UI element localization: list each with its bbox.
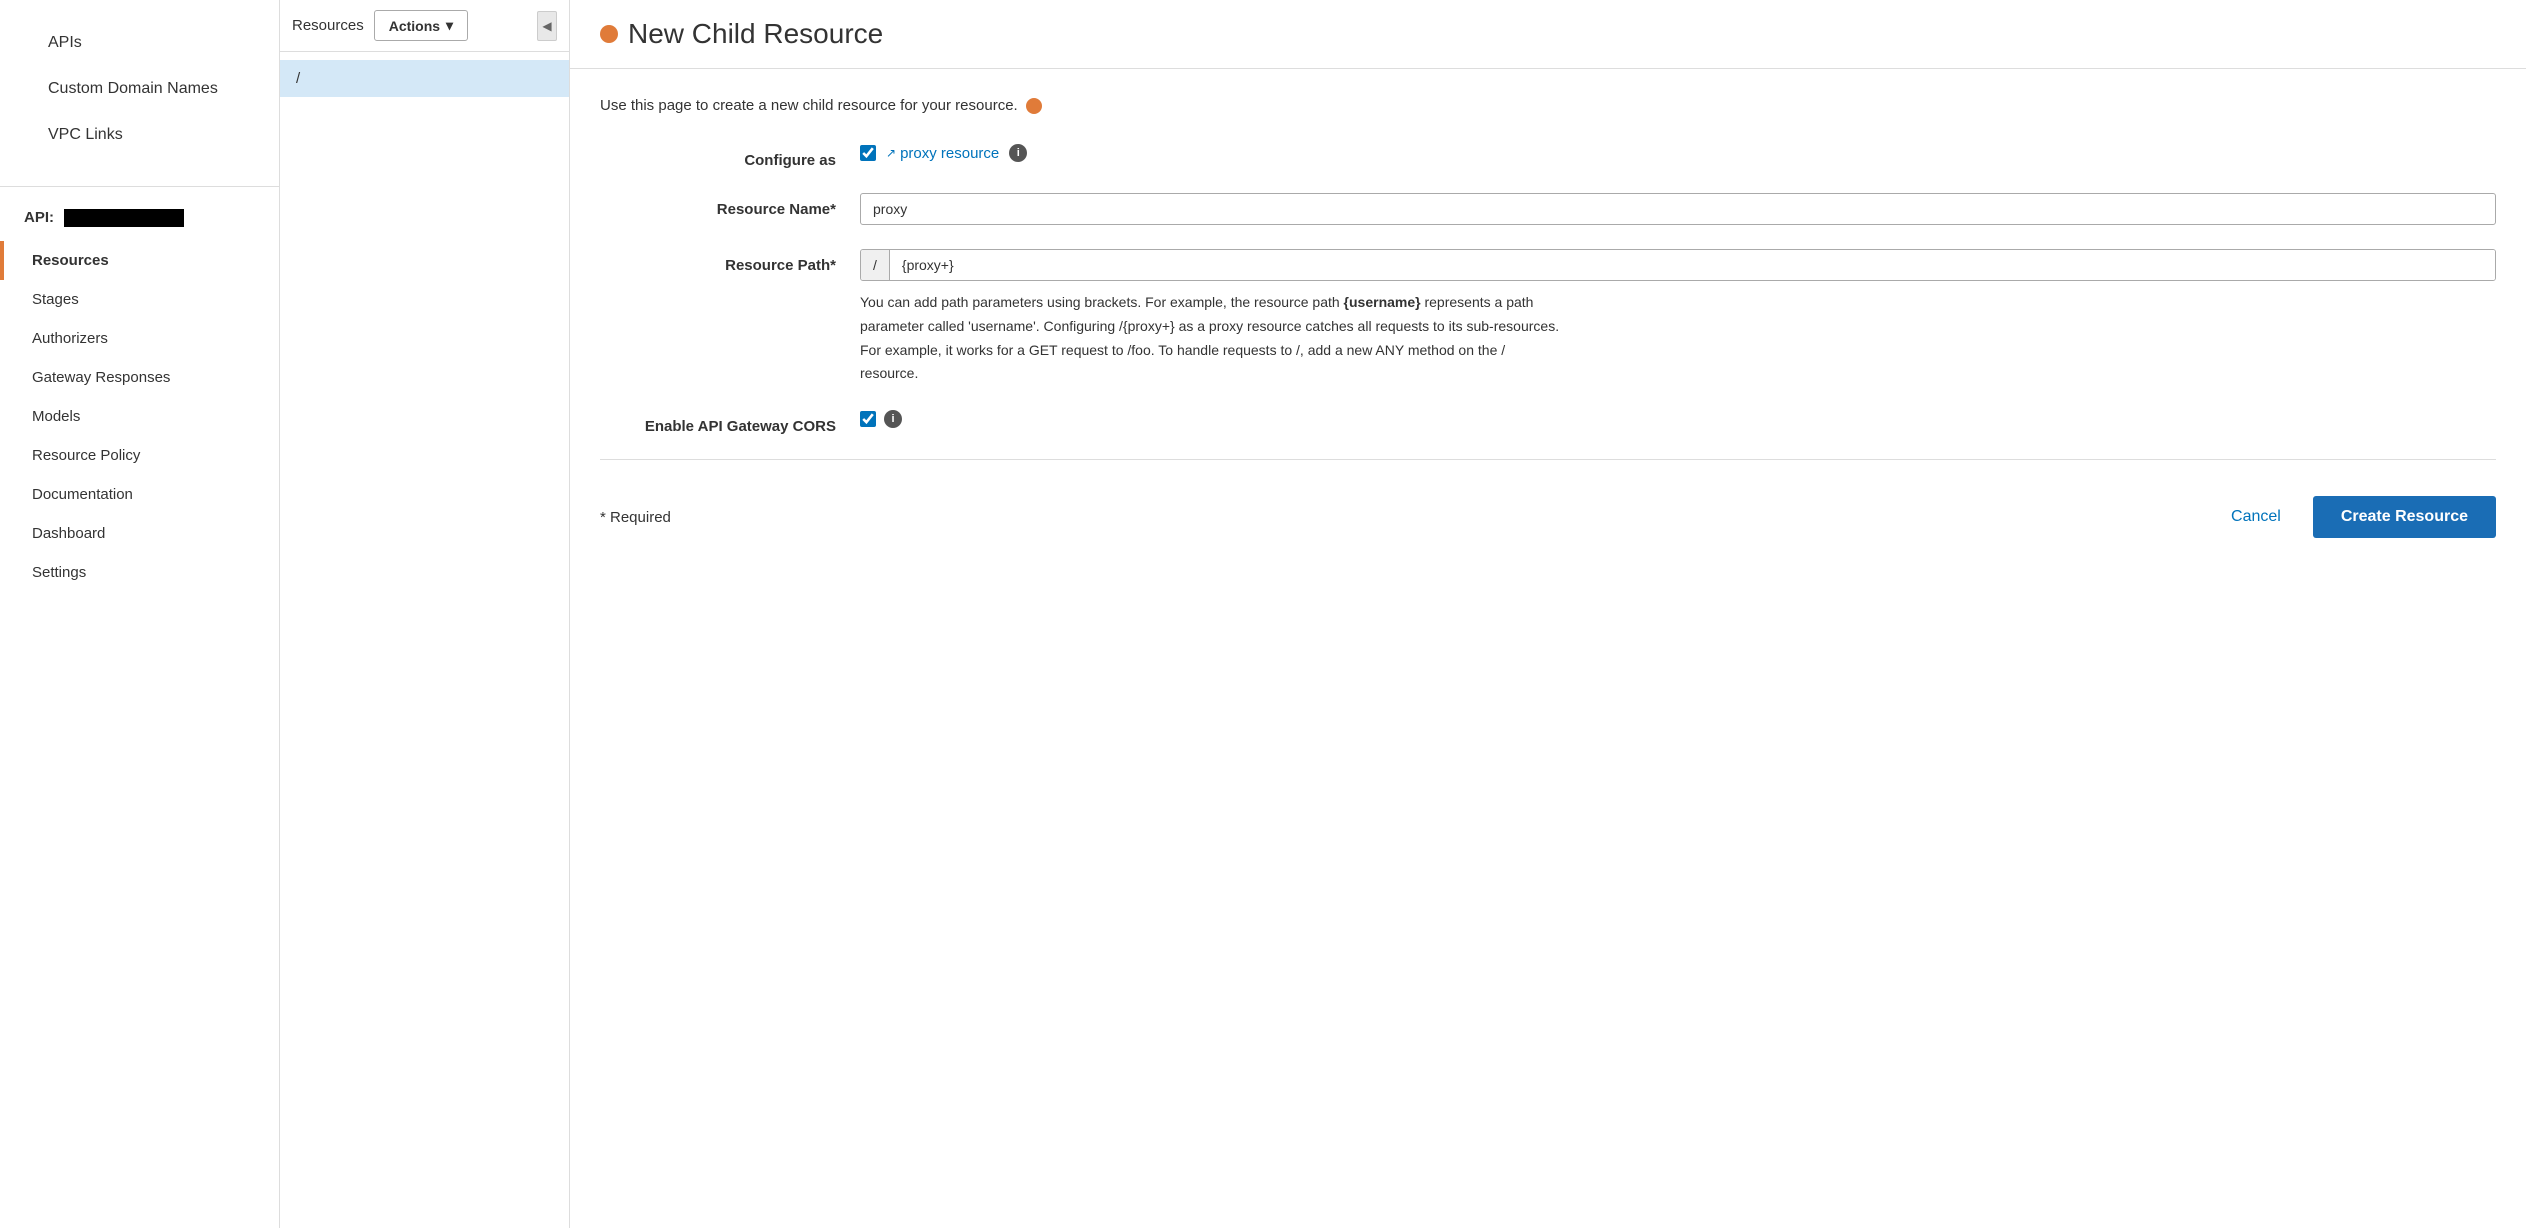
resource-item-root[interactable]: / (280, 60, 569, 97)
subtitle: Use this page to create a new child reso… (600, 97, 2496, 114)
resources-header: Resources Actions ▾ ◀ (280, 0, 569, 52)
proxy-info-icon[interactable]: i (1009, 144, 1027, 162)
external-link-icon: ↗ (886, 146, 896, 160)
cors-info-icon[interactable]: i (884, 410, 902, 428)
resource-name-row: Resource Name* (600, 193, 2496, 225)
api-name-redacted (64, 209, 184, 227)
main-content: New Child Resource Use this page to crea… (570, 0, 2526, 1228)
cors-row: Enable API Gateway CORS i (600, 410, 2496, 435)
cancel-button[interactable]: Cancel (2215, 500, 2297, 534)
resource-path-row: Resource Path* / {proxy+} You can add pa… (600, 249, 2496, 386)
sidebar-item-apis[interactable]: APIs (24, 20, 255, 66)
sidebar-item-gateway-responses[interactable]: Gateway Responses (0, 358, 279, 397)
path-help-text: You can add path parameters using bracke… (860, 291, 1560, 386)
sidebar-item-dashboard[interactable]: Dashboard (0, 514, 279, 553)
resource-path-control: / {proxy+} You can add path parameters u… (860, 249, 2496, 386)
cors-checkbox-container: i (860, 410, 2496, 428)
path-input-group: / {proxy+} (860, 249, 2496, 281)
main-body: Use this page to create a new child reso… (570, 69, 2526, 1228)
sidebar-item-documentation[interactable]: Documentation (0, 475, 279, 514)
resource-name-control (860, 193, 2496, 225)
resources-panel-title: Resources (292, 17, 364, 34)
sidebar: APIs Custom Domain Names VPC Links API: … (0, 0, 280, 1228)
help-text-part1: You can add path parameters using bracke… (860, 294, 1344, 310)
resource-name-label: Resource Name* (600, 193, 860, 218)
actions-label: Actions (389, 18, 440, 34)
sidebar-item-authorizers[interactable]: Authorizers (0, 319, 279, 358)
required-note: * Required (600, 509, 671, 526)
proxy-resource-link[interactable]: ↗ proxy resource (886, 145, 999, 162)
collapse-panel-button[interactable]: ◀ (537, 11, 557, 41)
form-footer: * Required Cancel Create Resource (600, 480, 2496, 554)
footer-buttons: Cancel Create Resource (2215, 496, 2496, 538)
proxy-link-text: proxy resource (900, 145, 999, 162)
api-label-text: API: (24, 209, 54, 226)
resource-path-label: Resource Path* (600, 249, 860, 274)
cors-checkbox[interactable] (860, 411, 876, 427)
sidebar-divider (0, 186, 279, 187)
configure-proxy-control: ↗ proxy resource i (860, 144, 2496, 162)
path-value: {proxy+} (890, 250, 2495, 280)
sidebar-sub-items: Resources Stages Authorizers Gateway Res… (0, 241, 279, 592)
form-footer-divider (600, 459, 2496, 460)
help-text-bold: {username} (1344, 294, 1421, 310)
actions-dropdown-icon: ▾ (446, 17, 453, 34)
configure-proxy-label: Configure as (600, 144, 860, 169)
api-label: API: (0, 195, 279, 241)
resources-panel: Resources Actions ▾ ◀ / (280, 0, 570, 1228)
proxy-checkbox[interactable] (860, 145, 876, 161)
resource-name-input[interactable] (860, 193, 2496, 225)
resource-tree: / (280, 52, 569, 105)
main-header: New Child Resource (570, 0, 2526, 69)
header-orange-dot (600, 25, 618, 43)
page-title: New Child Resource (628, 18, 883, 50)
actions-button[interactable]: Actions ▾ (374, 10, 468, 41)
create-resource-button[interactable]: Create Resource (2313, 496, 2496, 538)
cors-label: Enable API Gateway CORS (600, 410, 860, 435)
subtitle-text: Use this page to create a new child reso… (600, 97, 1018, 114)
subtitle-orange-dot (1026, 98, 1042, 114)
proxy-link-area: ↗ proxy resource i (860, 144, 2496, 162)
cors-control: i (860, 410, 2496, 428)
sidebar-top: APIs Custom Domain Names VPC Links (0, 0, 279, 178)
sidebar-item-models[interactable]: Models (0, 397, 279, 436)
sidebar-item-resource-policy[interactable]: Resource Policy (0, 436, 279, 475)
sidebar-item-settings[interactable]: Settings (0, 553, 279, 592)
sidebar-item-stages[interactable]: Stages (0, 280, 279, 319)
sidebar-item-vpc-links[interactable]: VPC Links (24, 112, 255, 158)
configure-proxy-row: Configure as ↗ proxy resource i (600, 144, 2496, 169)
path-prefix: / (861, 250, 890, 280)
sidebar-item-resources[interactable]: Resources (0, 241, 279, 280)
sidebar-item-custom-domain-names[interactable]: Custom Domain Names (24, 66, 255, 112)
proxy-checkbox-container (860, 145, 876, 161)
